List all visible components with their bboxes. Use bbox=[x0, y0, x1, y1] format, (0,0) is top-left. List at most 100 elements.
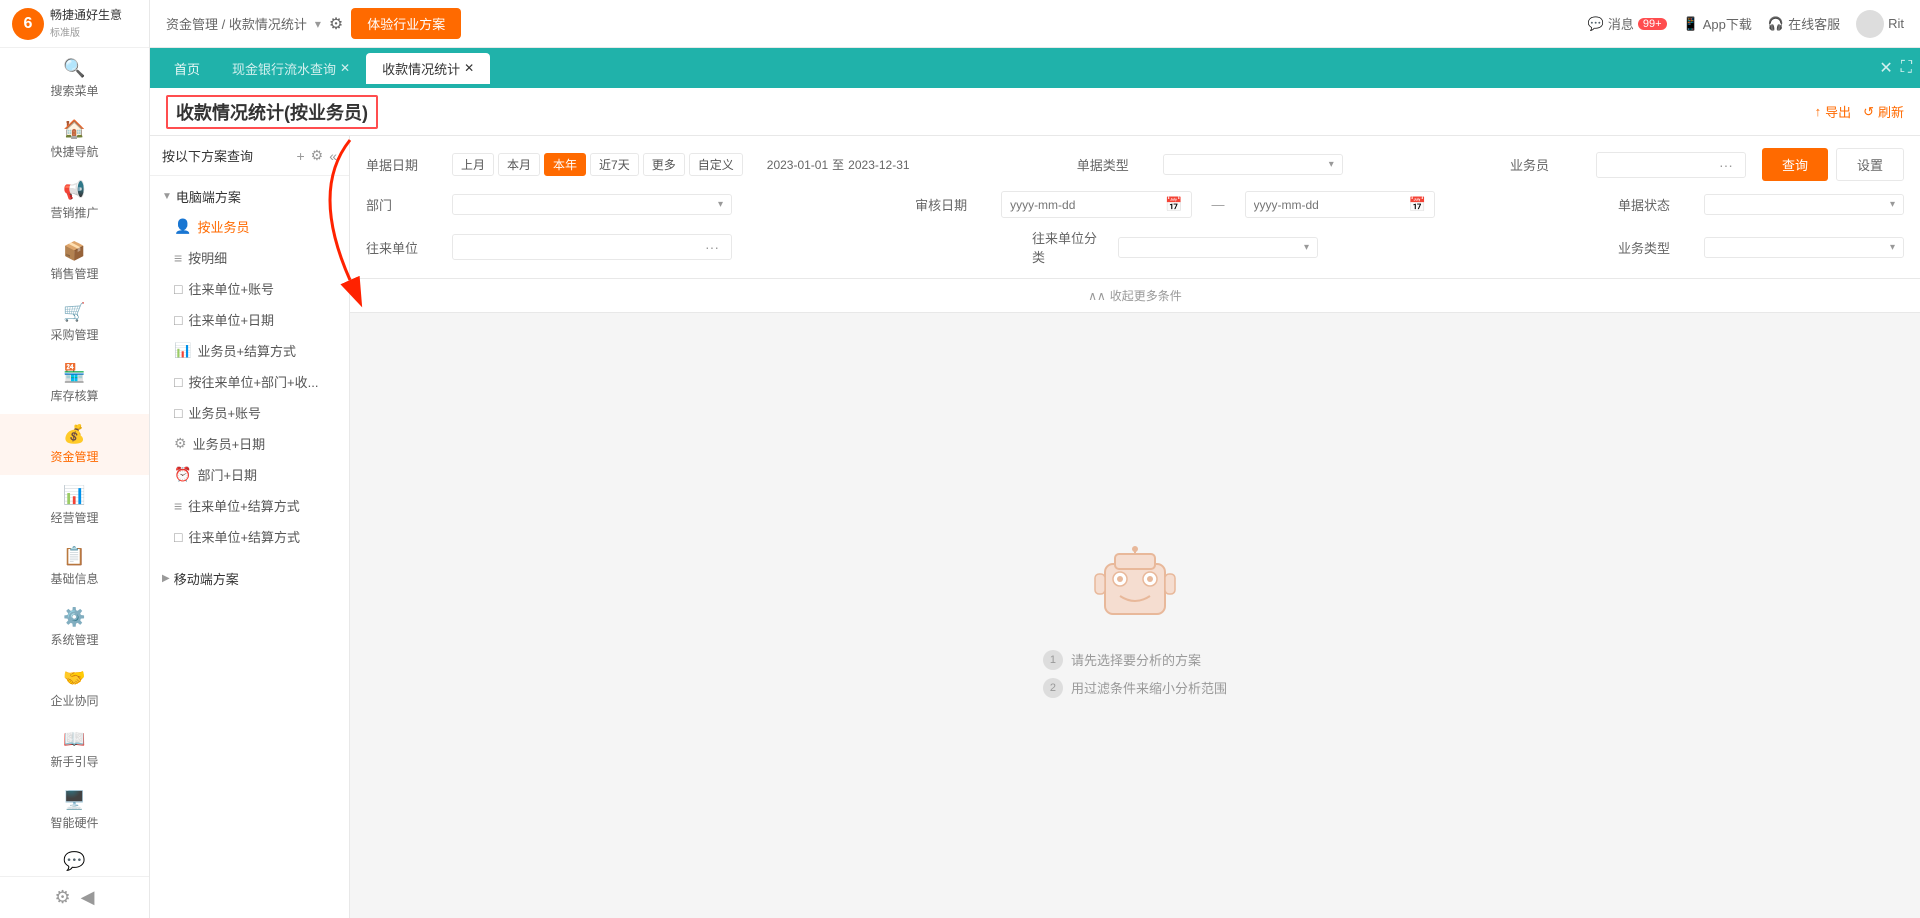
sidebar-item-purchase[interactable]: 🛒 采购管理 bbox=[0, 292, 149, 353]
tree-section-mobile: ▶ 移动端方案 bbox=[150, 558, 349, 599]
tree-item-by-staff[interactable]: 👤 按业务员 bbox=[150, 211, 349, 242]
collapse-text: ∧∧ 收起更多条件 bbox=[1088, 287, 1182, 304]
sidebar-item-operation[interactable]: 📊 经营管理 bbox=[0, 475, 149, 536]
tab-home[interactable]: 首页 bbox=[158, 53, 216, 84]
user-avatar bbox=[1856, 10, 1884, 38]
review-date-from-calendar-icon[interactable]: 📅 bbox=[1165, 196, 1182, 213]
tab-bank-flow-close-icon[interactable]: ✕ bbox=[340, 61, 350, 75]
tab-bank-flow[interactable]: 现金银行流水查询 ✕ bbox=[216, 53, 366, 84]
biz-type-select[interactable]: ▾ bbox=[1704, 237, 1904, 258]
doc-status-select[interactable]: ▾ bbox=[1704, 194, 1904, 215]
review-date-to-calendar-icon[interactable]: 📅 bbox=[1409, 196, 1426, 213]
tree-item-partner-dept-receipt[interactable]: □ 按往来单位+部门+收... bbox=[150, 366, 349, 397]
export-label: 导出 bbox=[1825, 102, 1851, 121]
partner-select[interactable]: ··· bbox=[452, 234, 732, 260]
finance-icon: 💰 bbox=[63, 424, 85, 445]
date-btn-custom[interactable]: 自定义 bbox=[689, 153, 743, 176]
tab-maximize-icon[interactable]: ⛶ bbox=[1901, 59, 1912, 77]
sidebar-label-marketing: 营销推广 bbox=[50, 204, 98, 221]
tree-item-partner-account[interactable]: □ 往来单位+账号 bbox=[150, 273, 349, 304]
tree-item-by-detail-label: 按明细 bbox=[188, 248, 227, 267]
tree-section-mobile-header[interactable]: ▶ 移动端方案 bbox=[150, 564, 349, 593]
set-button[interactable]: 设置 bbox=[1836, 148, 1904, 181]
partner-more-icon[interactable]: ··· bbox=[705, 239, 719, 255]
tab-bank-flow-label: 现金银行流水查询 bbox=[232, 59, 336, 78]
message-label: 消息 bbox=[1608, 14, 1634, 33]
top-header: 资金管理 / 收款情况统计 ▾ ⚙ 体验行业方案 💬 消息 99+ 📱 App下… bbox=[150, 0, 1920, 48]
partner-date-icon: □ bbox=[174, 312, 182, 328]
tree-item-partner-settlement1[interactable]: ≡ 往来单位+结算方式 bbox=[150, 490, 349, 521]
app-download-icon: 📱 bbox=[1683, 16, 1699, 32]
tab-receipt-stats-label: 收款情况统计 bbox=[382, 59, 460, 78]
date-btn-this-year[interactable]: 本年 bbox=[544, 153, 586, 176]
tab-receipt-stats-close-icon[interactable]: ✕ bbox=[464, 61, 474, 75]
settings-bottom-icon[interactable]: ⚙ bbox=[55, 887, 71, 908]
collapse-bar[interactable]: ∧∧ 收起更多条件 bbox=[350, 279, 1920, 313]
tab-close-window-icon[interactable]: ✕ bbox=[1879, 58, 1892, 78]
add-scheme-icon[interactable]: + bbox=[296, 148, 304, 164]
collapse-panel-icon[interactable]: « bbox=[329, 148, 337, 164]
sidebar-item-inventory[interactable]: 🏪 库存核算 bbox=[0, 353, 149, 414]
page-content: 收款情况统计(按业务员) ↑ 导出 ↺ 刷新 按以下方案查询 + bbox=[150, 88, 1920, 918]
tree-item-dept-date[interactable]: ⏰ 部门+日期 bbox=[150, 459, 349, 490]
scheme-settings-icon[interactable]: ⚙ bbox=[311, 147, 324, 164]
tree-item-staff-settlement[interactable]: 📊 业务员+结算方式 bbox=[150, 335, 349, 366]
collapse-sidebar-icon[interactable]: ◀ bbox=[81, 887, 95, 908]
staff-more-icon[interactable]: ··· bbox=[1719, 157, 1733, 173]
date-btn-7days[interactable]: 近7天 bbox=[590, 153, 639, 176]
sidebar-label-quick-nav: 快捷导航 bbox=[50, 143, 98, 160]
logo-name: 畅捷通好生意 bbox=[50, 8, 122, 24]
sidebar-item-enterprise[interactable]: 🤝 企业协同 bbox=[0, 658, 149, 719]
sidebar-item-basic-info[interactable]: 📋 基础信息 bbox=[0, 536, 149, 597]
tree-item-staff-date[interactable]: ⚙ 业务员+日期 bbox=[150, 428, 349, 459]
online-service-action[interactable]: 🎧 在线客服 bbox=[1768, 14, 1840, 33]
message-action[interactable]: 💬 消息 99+ bbox=[1588, 14, 1667, 33]
sidebar-item-hardware[interactable]: 🖥️ 智能硬件 bbox=[0, 780, 149, 841]
query-button[interactable]: 查询 bbox=[1762, 148, 1828, 181]
date-btn-this-month[interactable]: 本月 bbox=[498, 153, 540, 176]
doc-type-select[interactable]: ▾ bbox=[1163, 154, 1343, 175]
staff-select[interactable]: ··· bbox=[1596, 152, 1746, 178]
breadcrumb-dropdown-icon[interactable]: ▾ bbox=[315, 17, 321, 31]
review-date-from-field[interactable] bbox=[1010, 198, 1165, 212]
trial-button[interactable]: 体验行业方案 bbox=[351, 8, 461, 39]
sidebar-item-guide[interactable]: 📖 新手引导 bbox=[0, 719, 149, 780]
tree-item-partner-dept-label: 按往来单位+部门+收... bbox=[188, 372, 318, 391]
review-date-to-field[interactable] bbox=[1254, 198, 1409, 212]
empty-tip-2-text: 用过滤条件来缩小分析范围 bbox=[1071, 678, 1227, 697]
tree-item-partner-date[interactable]: □ 往来单位+日期 bbox=[150, 304, 349, 335]
dept-select[interactable]: ▾ bbox=[452, 194, 732, 215]
refresh-button[interactable]: ↺ 刷新 bbox=[1863, 102, 1904, 121]
tree-section-desktop-header[interactable]: ▼ 电脑端方案 bbox=[150, 182, 349, 211]
header-gear-icon[interactable]: ⚙ bbox=[329, 14, 343, 34]
sidebar-item-wechat[interactable]: 💬 企业微信 bbox=[0, 841, 149, 876]
date-btn-last-month[interactable]: 上月 bbox=[452, 153, 494, 176]
staff-scheme-icon: 👤 bbox=[174, 218, 191, 235]
date-btn-more[interactable]: 更多 bbox=[643, 153, 685, 176]
empty-tip-1: 1 请先选择要分析的方案 bbox=[1043, 650, 1227, 670]
tree-item-staff-account[interactable]: □ 业务员+账号 bbox=[150, 397, 349, 428]
sidebar-item-marketing[interactable]: 📢 营销推广 bbox=[0, 170, 149, 231]
sidebar-item-quick-nav[interactable]: 🏠 快捷导航 bbox=[0, 109, 149, 170]
tree-item-by-detail[interactable]: ≡ 按明细 bbox=[150, 242, 349, 273]
tree-item-partner-settlement2[interactable]: □ 往来单位+结算方式 bbox=[150, 521, 349, 552]
export-button[interactable]: ↑ 导出 bbox=[1815, 102, 1852, 121]
sidebar-label-purchase: 采购管理 bbox=[50, 326, 98, 343]
tree-item-partner-settlement1-label: 往来单位+结算方式 bbox=[188, 496, 300, 515]
filter-row-3: 往来单位 ··· 往来单位分类 ▾ 业务类型 bbox=[366, 228, 1904, 266]
sidebar-item-sales[interactable]: 📦 销售管理 bbox=[0, 231, 149, 292]
sidebar-item-search-menu[interactable]: 🔍 搜索菜单 bbox=[0, 48, 149, 109]
dept-dropdown-icon: ▾ bbox=[718, 199, 723, 210]
left-panel-actions: + ⚙ « bbox=[296, 147, 337, 164]
app-download-action[interactable]: 📱 App下载 bbox=[1683, 14, 1752, 33]
export-icon: ↑ bbox=[1815, 104, 1822, 119]
sidebar-item-finance[interactable]: 💰 资金管理 bbox=[0, 414, 149, 475]
logo-badge: 标准版 bbox=[50, 24, 122, 39]
user-info[interactable]: Rit bbox=[1856, 10, 1904, 38]
partner-classify-select[interactable]: ▾ bbox=[1118, 237, 1318, 258]
tab-receipt-stats[interactable]: 收款情况统计 ✕ bbox=[366, 53, 490, 84]
review-date-to-input[interactable]: 📅 bbox=[1245, 191, 1435, 218]
sidebar-item-system[interactable]: ⚙️ 系统管理 bbox=[0, 597, 149, 658]
review-date-from-input[interactable]: 📅 bbox=[1001, 191, 1191, 218]
operation-icon: 📊 bbox=[63, 485, 85, 506]
